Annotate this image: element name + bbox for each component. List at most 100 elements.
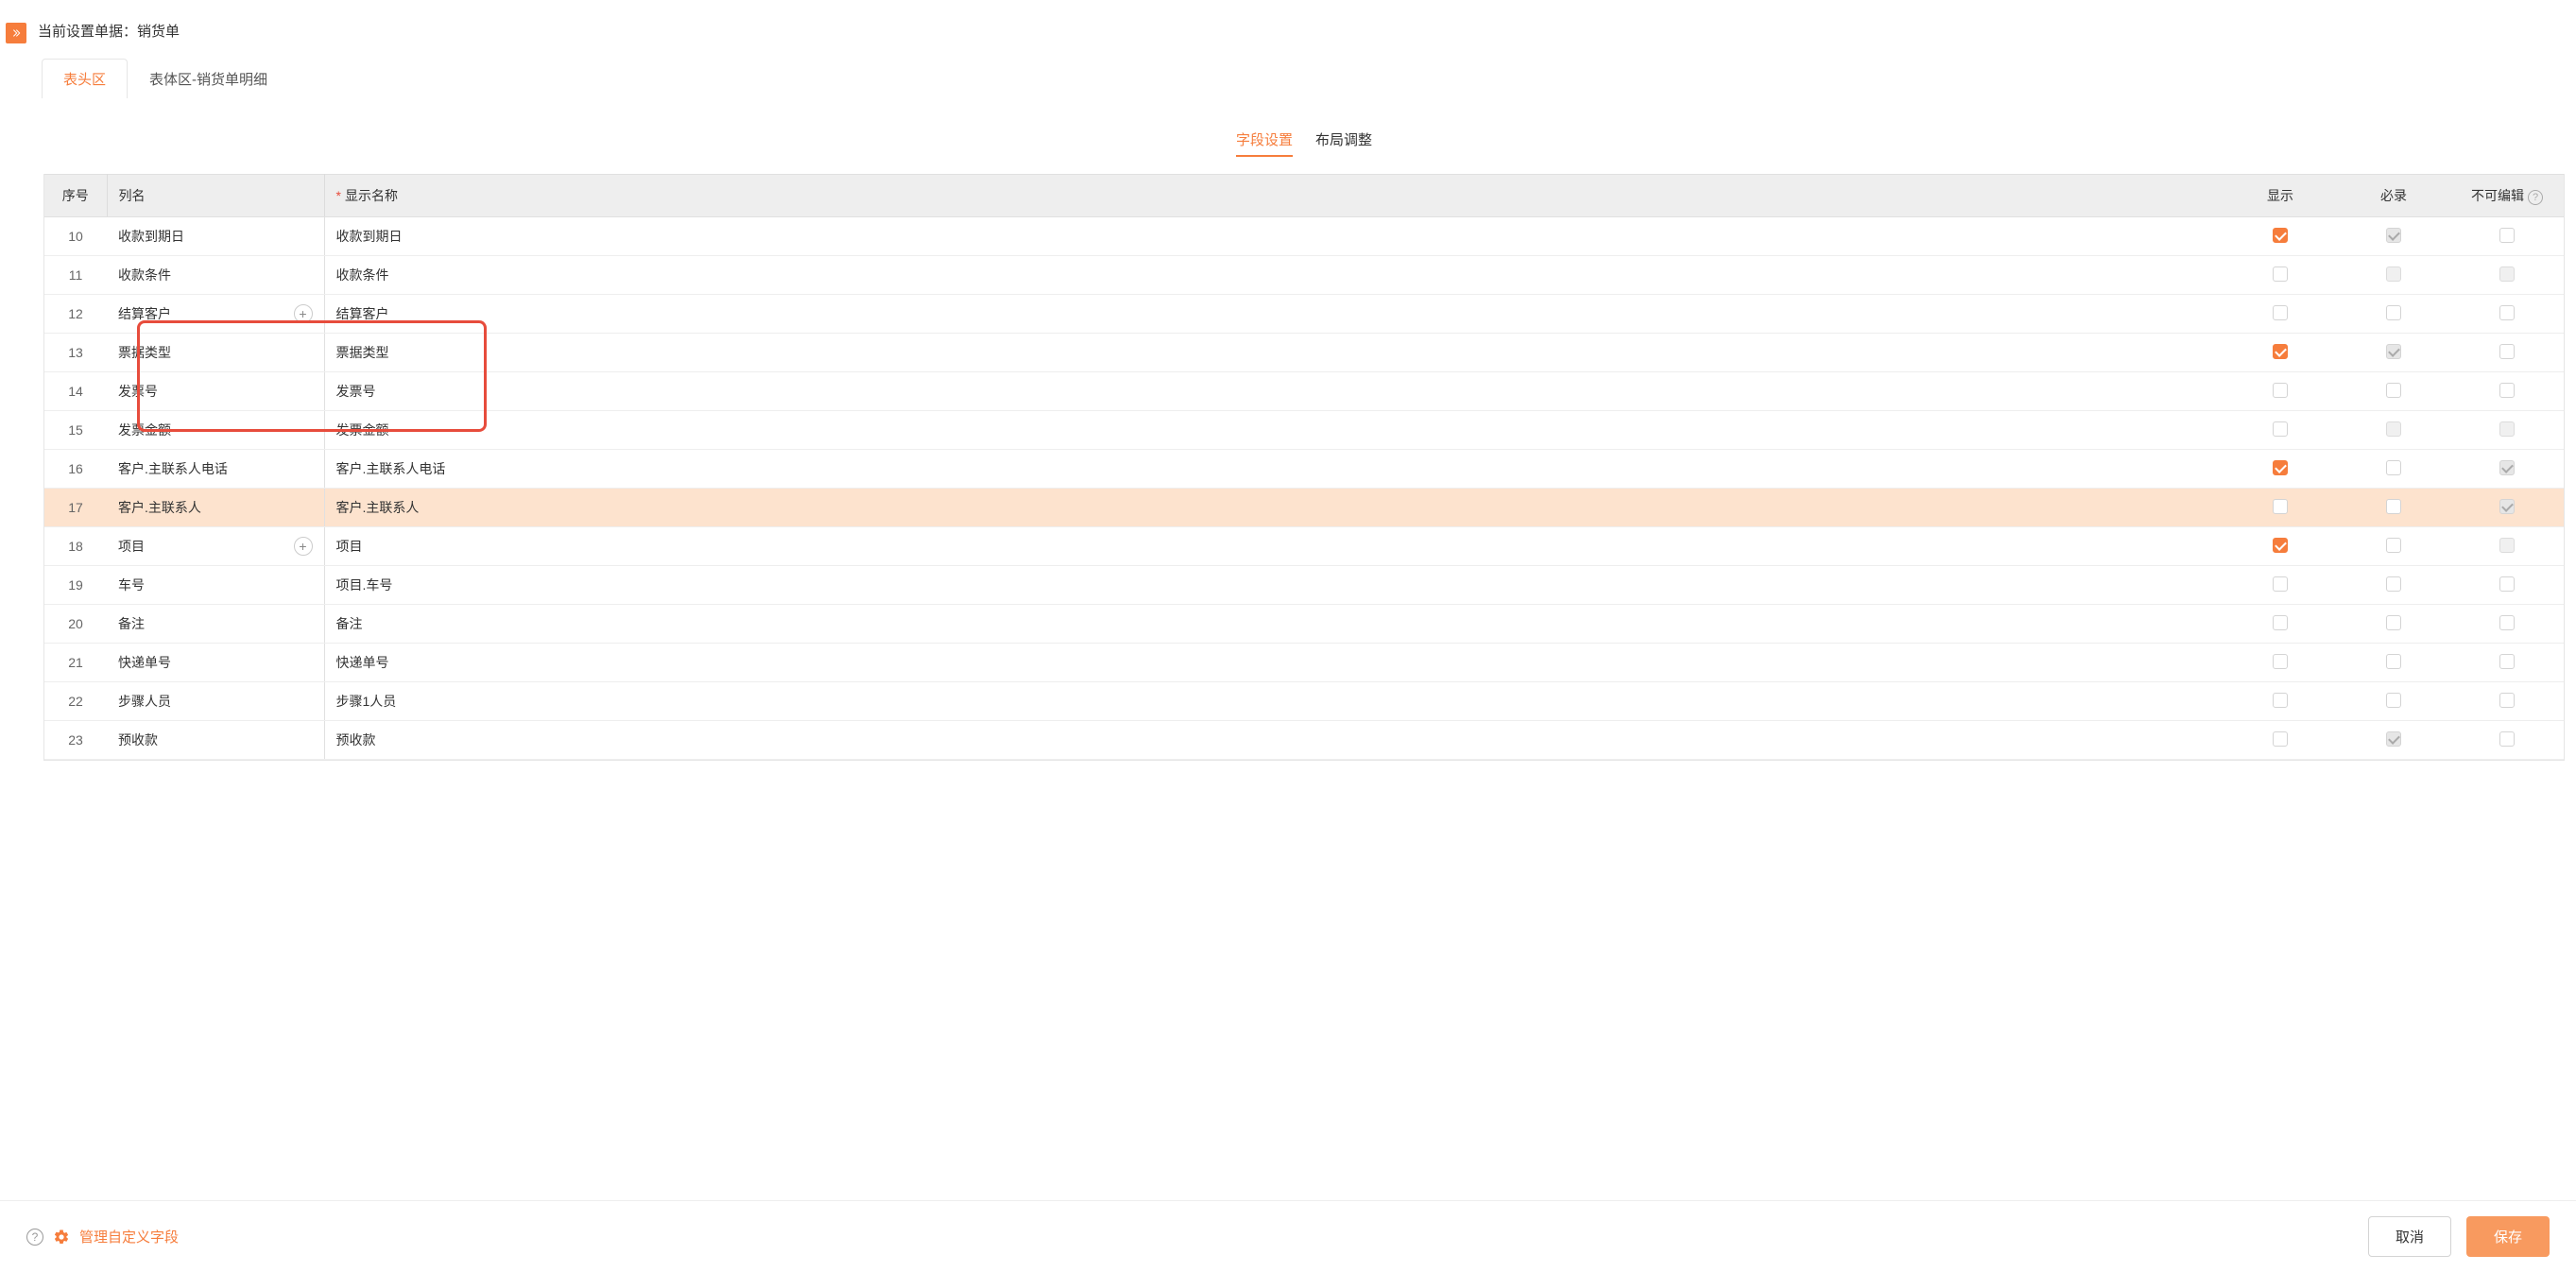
required-checkbox[interactable] xyxy=(2386,538,2401,553)
field-name-label: 客户.主联系人电话 xyxy=(118,459,228,478)
cell-seq: 14 xyxy=(44,372,107,411)
noedit-checkbox[interactable] xyxy=(2499,731,2515,747)
field-name-label: 备注 xyxy=(118,614,145,633)
noedit-checkbox xyxy=(2499,460,2515,475)
cell-name: 发票号 xyxy=(107,372,324,411)
show-checkbox[interactable] xyxy=(2273,228,2288,243)
field-name-label: 收款到期日 xyxy=(118,227,184,246)
noedit-checkbox[interactable] xyxy=(2499,383,2515,398)
required-checkbox[interactable] xyxy=(2386,576,2401,592)
sub-tabs: 字段设置 布局调整 xyxy=(32,97,2576,157)
cell-show xyxy=(2224,682,2337,721)
cell-name: 步骤人员 xyxy=(107,682,324,721)
sidebar-toggle[interactable] xyxy=(6,23,26,43)
cell-display-name[interactable]: 项目.车号 xyxy=(324,566,2224,605)
chevron-right-double-icon xyxy=(10,27,22,39)
add-subfield-button[interactable]: + xyxy=(294,537,313,556)
cell-display-name[interactable]: 项目 xyxy=(324,527,2224,566)
cell-display-name[interactable]: 预收款 xyxy=(324,721,2224,760)
required-checkbox[interactable] xyxy=(2386,654,2401,669)
show-checkbox[interactable] xyxy=(2273,499,2288,514)
cell-display-name[interactable]: 客户.主联系人电话 xyxy=(324,450,2224,489)
field-name-label: 快递单号 xyxy=(118,653,171,672)
cell-display-name[interactable]: 备注 xyxy=(324,605,2224,644)
cell-noedit xyxy=(2450,295,2564,334)
noedit-checkbox[interactable] xyxy=(2499,615,2515,630)
show-checkbox[interactable] xyxy=(2273,305,2288,320)
cell-name: 客户.主联系人电话 xyxy=(107,450,324,489)
required-checkbox[interactable] xyxy=(2386,499,2401,514)
show-checkbox[interactable] xyxy=(2273,731,2288,747)
show-checkbox[interactable] xyxy=(2273,693,2288,708)
cell-name: 发票金额 xyxy=(107,411,324,450)
noedit-checkbox[interactable] xyxy=(2499,693,2515,708)
cell-seq: 17 xyxy=(44,489,107,527)
required-checkbox[interactable] xyxy=(2386,383,2401,398)
add-subfield-button[interactable]: + xyxy=(294,304,313,323)
sub-tab-field-settings[interactable]: 字段设置 xyxy=(1236,124,1293,157)
show-checkbox[interactable] xyxy=(2273,344,2288,359)
show-checkbox[interactable] xyxy=(2273,266,2288,282)
save-button[interactable]: 保存 xyxy=(2466,1216,2550,1257)
field-name-label: 收款条件 xyxy=(118,266,171,284)
cell-display-name[interactable]: 快递单号 xyxy=(324,644,2224,682)
help-circle-icon[interactable]: ? xyxy=(26,1229,43,1246)
table-row: 15发票金额发票金额 xyxy=(44,411,2564,450)
show-checkbox[interactable] xyxy=(2273,421,2288,437)
tab-header-area[interactable]: 表头区 xyxy=(42,59,128,98)
cell-display-name[interactable]: 发票号 xyxy=(324,372,2224,411)
cell-show xyxy=(2224,527,2337,566)
noedit-checkbox xyxy=(2499,266,2515,282)
required-mark-icon: * xyxy=(336,188,341,203)
cell-display-name[interactable]: 收款到期日 xyxy=(324,217,2224,256)
manage-custom-fields-link[interactable]: 管理自定义字段 xyxy=(79,1227,179,1246)
cell-display-name[interactable]: 结算客户 xyxy=(324,295,2224,334)
th-show: 显示 xyxy=(2224,175,2337,217)
noedit-checkbox[interactable] xyxy=(2499,228,2515,243)
noedit-checkbox[interactable] xyxy=(2499,576,2515,592)
cell-display-name[interactable]: 步骤1人员 xyxy=(324,682,2224,721)
show-checkbox[interactable] xyxy=(2273,576,2288,592)
show-checkbox[interactable] xyxy=(2273,615,2288,630)
noedit-checkbox xyxy=(2499,499,2515,514)
field-name-label: 预收款 xyxy=(118,731,158,749)
cell-show xyxy=(2224,295,2337,334)
required-checkbox[interactable] xyxy=(2386,305,2401,320)
sub-tab-layout-adjust[interactable]: 布局调整 xyxy=(1315,124,1372,157)
cell-seq: 11 xyxy=(44,256,107,295)
table-row: 13票据类型票据类型 xyxy=(44,334,2564,372)
cancel-button[interactable]: 取消 xyxy=(2368,1216,2451,1257)
cell-noedit xyxy=(2450,411,2564,450)
cell-required xyxy=(2337,411,2450,450)
cell-required xyxy=(2337,450,2450,489)
required-checkbox[interactable] xyxy=(2386,615,2401,630)
cell-noedit xyxy=(2450,372,2564,411)
required-checkbox xyxy=(2386,421,2401,437)
cell-noedit xyxy=(2450,682,2564,721)
noedit-checkbox[interactable] xyxy=(2499,654,2515,669)
cell-display-name[interactable]: 票据类型 xyxy=(324,334,2224,372)
required-checkbox xyxy=(2386,344,2401,359)
noedit-checkbox[interactable] xyxy=(2499,344,2515,359)
tab-body-area[interactable]: 表体区-销货单明细 xyxy=(128,59,289,98)
help-icon[interactable]: ? xyxy=(2528,190,2543,205)
cell-show xyxy=(2224,605,2337,644)
cell-required xyxy=(2337,527,2450,566)
show-checkbox[interactable] xyxy=(2273,538,2288,553)
cell-seq: 12 xyxy=(44,295,107,334)
show-checkbox[interactable] xyxy=(2273,654,2288,669)
table-row: 21快递单号快递单号 xyxy=(44,644,2564,682)
show-checkbox[interactable] xyxy=(2273,383,2288,398)
cell-name: 预收款 xyxy=(107,721,324,760)
cell-noedit xyxy=(2450,450,2564,489)
cell-display-name[interactable]: 发票金额 xyxy=(324,411,2224,450)
cell-show xyxy=(2224,217,2337,256)
cell-display-name[interactable]: 客户.主联系人 xyxy=(324,489,2224,527)
fields-table-wrapper: 序号 列名 *显示名称 显示 必录 不可编辑? 10收款到期日收款到期日11收款… xyxy=(43,174,2565,761)
table-row: 18项目+项目 xyxy=(44,527,2564,566)
noedit-checkbox[interactable] xyxy=(2499,305,2515,320)
show-checkbox[interactable] xyxy=(2273,460,2288,475)
cell-display-name[interactable]: 收款条件 xyxy=(324,256,2224,295)
required-checkbox[interactable] xyxy=(2386,460,2401,475)
required-checkbox[interactable] xyxy=(2386,693,2401,708)
